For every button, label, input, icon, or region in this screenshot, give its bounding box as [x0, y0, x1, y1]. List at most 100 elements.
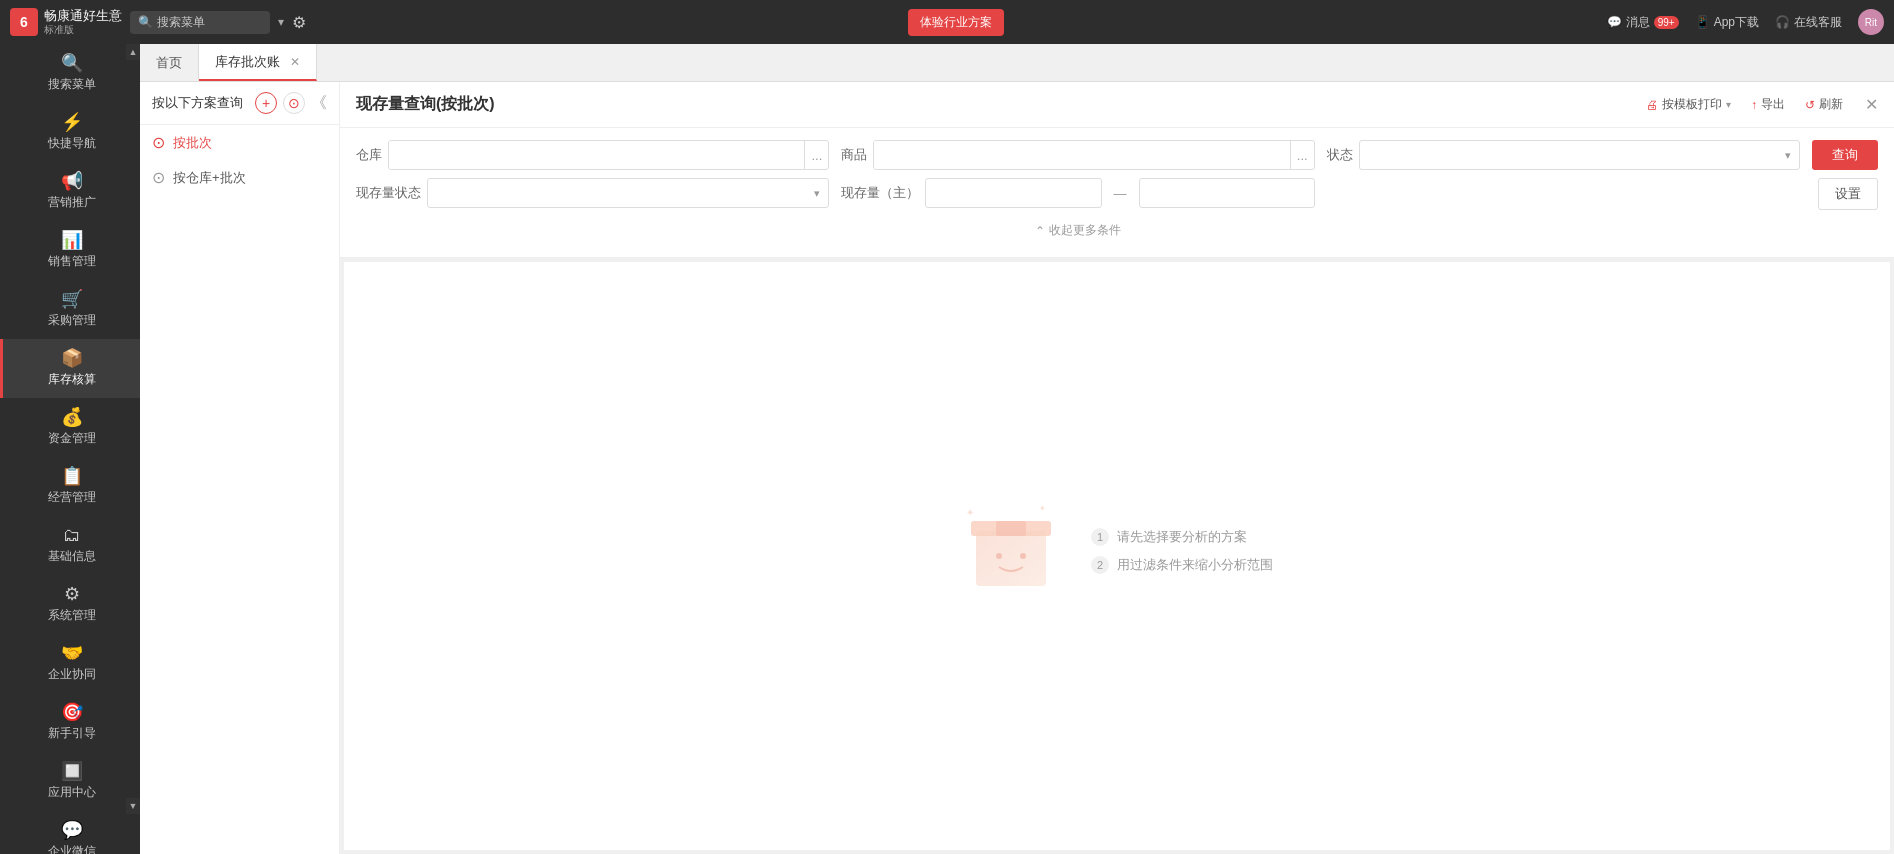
status-filter: 状态 ▾ — [1327, 140, 1800, 170]
product-dots-btn[interactable]: ... — [1290, 141, 1314, 169]
settings-icon-top[interactable]: ⚙ — [292, 13, 306, 32]
product-input-wrap[interactable]: ... — [873, 140, 1314, 170]
hint-text-1: 请先选择要分析的方案 — [1117, 528, 1247, 546]
sidebar-item-guide[interactable]: 🎯 新手引导 — [0, 693, 140, 752]
export-button[interactable]: ↑ 导出 — [1745, 92, 1791, 117]
tab-home[interactable]: 首页 — [140, 44, 199, 81]
dropdown-icon[interactable]: ▾ — [278, 15, 284, 29]
message-icon: 💬 — [1607, 15, 1622, 29]
menu-search[interactable]: 🔍 搜索菜单 — [130, 11, 270, 34]
collapse-more-label: 收起更多条件 — [1049, 222, 1121, 239]
empty-state: ✦ ✦ 1 请先选择要分析的方案 2 用过滤条件来缩小分析范围 — [344, 262, 1890, 850]
sidebar-item-shortcut[interactable]: ⚡ 快捷导航 — [0, 103, 140, 162]
refresh-button[interactable]: ↺ 刷新 — [1799, 92, 1849, 117]
sidebar: 🔍 搜索菜单 ⚡ 快捷导航 📢 营销推广 📊 销售管理 🛒 采购管理 📦 库存核… — [0, 44, 140, 854]
headset-icon: 🎧 — [1775, 15, 1790, 29]
sidebar-item-marketing[interactable]: 📢 营销推广 — [0, 162, 140, 221]
hint-item-2: 2 用过滤条件来缩小分析范围 — [1091, 556, 1273, 574]
app-name: 畅康通好生意 — [44, 8, 122, 24]
inventory-qty-filter: 现存量（主） — — [841, 178, 1314, 208]
warehouse-input-wrap[interactable]: ... — [388, 140, 829, 170]
sidebar-item-label: 基础信息 — [48, 548, 96, 565]
scheme-item-warehouse-batch[interactable]: ⊙ 按仓库+批次 — [140, 160, 339, 195]
status-select[interactable]: ▾ — [1359, 140, 1800, 170]
top-bar-right: 💬 消息 99+ 📱 App下载 🎧 在线客服 Rit — [1607, 9, 1884, 35]
sidebar-item-label: 营销推广 — [48, 194, 96, 211]
close-page-icon[interactable]: ✕ — [1865, 95, 1878, 114]
main-content: 现存量查询(按批次) 🖨 按模板打印 ▾ ↑ 导出 ↺ — [340, 82, 1894, 854]
sidebar-item-sales[interactable]: 📊 销售管理 — [0, 221, 140, 280]
sidebar-item-system[interactable]: ⚙ 系统管理 — [0, 575, 140, 634]
print-label: 按模板打印 — [1662, 96, 1722, 113]
inventory-status-filter: 现存量状态 ▾ — [356, 178, 829, 208]
sidebar-scroll-down[interactable]: ▼ — [126, 798, 140, 814]
print-button[interactable]: 🖨 按模板打印 ▾ — [1640, 92, 1737, 117]
messages-nav[interactable]: 💬 消息 99+ — [1607, 14, 1679, 31]
settings-scheme-icon: ⊙ — [288, 95, 300, 111]
app-download-nav[interactable]: 📱 App下载 — [1695, 14, 1759, 31]
marketing-nav-icon: 📢 — [61, 172, 83, 190]
collapse-more-button[interactable]: ⌃ 收起更多条件 — [356, 216, 1800, 245]
experience-button[interactable]: 体验行业方案 — [908, 9, 1004, 36]
table-settings-button[interactable]: 设置 — [1818, 178, 1878, 210]
refresh-icon: ↺ — [1805, 98, 1815, 112]
hint-item-1: 1 请先选择要分析的方案 — [1091, 528, 1273, 546]
sidebar-item-label: 资金管理 — [48, 430, 96, 447]
inventory-qty-dash: — — [1108, 186, 1133, 201]
sidebar-item-purchase[interactable]: 🛒 采购管理 — [0, 280, 140, 339]
inventory-qty-to-input[interactable] — [1140, 186, 1314, 200]
warehouse-dots-btn[interactable]: ... — [804, 141, 828, 169]
sidebar-item-inventory[interactable]: 📦 库存核算 — [0, 339, 140, 398]
inventory-qty-from-wrap[interactable] — [925, 178, 1101, 208]
sidebar-item-operations[interactable]: 📋 经营管理 — [0, 457, 140, 516]
refresh-label: 刷新 — [1819, 96, 1843, 113]
tab-close-icon[interactable]: ✕ — [290, 55, 300, 69]
sidebar-item-basic[interactable]: 🗂 基础信息 — [0, 516, 140, 575]
operations-nav-icon: 📋 — [61, 467, 83, 485]
collapse-scheme-button[interactable]: 《 — [311, 93, 327, 114]
query-button[interactable]: 查询 — [1812, 140, 1878, 170]
sidebar-item-enterprise[interactable]: 🤝 企业协同 — [0, 634, 140, 693]
online-service-nav[interactable]: 🎧 在线客服 — [1775, 14, 1842, 31]
sidebar-item-finance[interactable]: 💰 资金管理 — [0, 398, 140, 457]
inventory-qty-to-wrap[interactable] — [1139, 178, 1315, 208]
filter-bar: 仓库 ... 商品 — [340, 128, 1894, 258]
product-input[interactable] — [874, 140, 1289, 170]
search-icon: 🔍 — [138, 15, 153, 29]
filter-row-1: 仓库 ... 商品 — [356, 140, 1800, 170]
filter-scheme-title: 按以下方案查询 — [152, 94, 243, 112]
search-placeholder: 搜索菜单 — [157, 14, 205, 31]
sidebar-item-apps[interactable]: 🔲 应用中心 — [0, 752, 140, 811]
apps-nav-icon: 🔲 — [61, 762, 83, 780]
top-bar: 6 畅康通好生意 标准版 🔍 搜索菜单 ▾ ⚙ 体验行业方案 💬 消息 99+ … — [0, 0, 1894, 44]
inventory-status-label: 现存量状态 — [356, 184, 421, 202]
scheme-warehouse-icon: ⊙ — [152, 168, 165, 187]
svg-rect-0 — [976, 531, 1046, 586]
scheme-warehouse-label: 按仓库+批次 — [173, 169, 246, 187]
inventory-qty-from-input[interactable] — [926, 186, 1100, 200]
tabs-bar: 首页 库存批次账 ✕ — [140, 44, 1894, 82]
product-filter: 商品 ... — [841, 140, 1314, 170]
sidebar-item-label: 新手引导 — [48, 725, 96, 742]
empty-svg: ✦ ✦ — [961, 491, 1061, 601]
tab-inventory-batch[interactable]: 库存批次账 ✕ — [199, 44, 317, 81]
empty-hints: 1 请先选择要分析的方案 2 用过滤条件来缩小分析范围 — [1091, 528, 1273, 584]
scheme-item-batch[interactable]: ⊙ 按批次 — [140, 125, 339, 160]
sidebar-scroll-up[interactable]: ▲ — [126, 44, 140, 60]
inventory-status-select[interactable]: ▾ — [427, 178, 829, 208]
inventory-qty-label: 现存量（主） — [841, 184, 919, 202]
settings-scheme-button[interactable]: ⊙ — [283, 92, 305, 114]
sidebar-item-wechat[interactable]: 💬 企业微信 — [0, 811, 140, 854]
messages-badge: 99+ — [1654, 16, 1679, 29]
sidebar-item-search[interactable]: 🔍 搜索菜单 — [0, 44, 140, 103]
filter-scheme-panel: 按以下方案查询 + ⊙ 《 ⊙ 按批次 — [140, 82, 340, 854]
warehouse-input[interactable] — [389, 140, 804, 170]
guide-nav-icon: 🎯 — [61, 703, 83, 721]
user-profile[interactable]: Rit — [1858, 9, 1884, 35]
logo-icon: 6 — [10, 8, 38, 36]
add-scheme-button[interactable]: + — [255, 92, 277, 114]
sidebar-item-label: 库存核算 — [48, 371, 96, 388]
filter-row-2: 现存量状态 ▾ 现存量（主） — [356, 178, 1800, 208]
sidebar-item-label: 采购管理 — [48, 312, 96, 329]
hint-text-2: 用过滤条件来缩小分析范围 — [1117, 556, 1273, 574]
